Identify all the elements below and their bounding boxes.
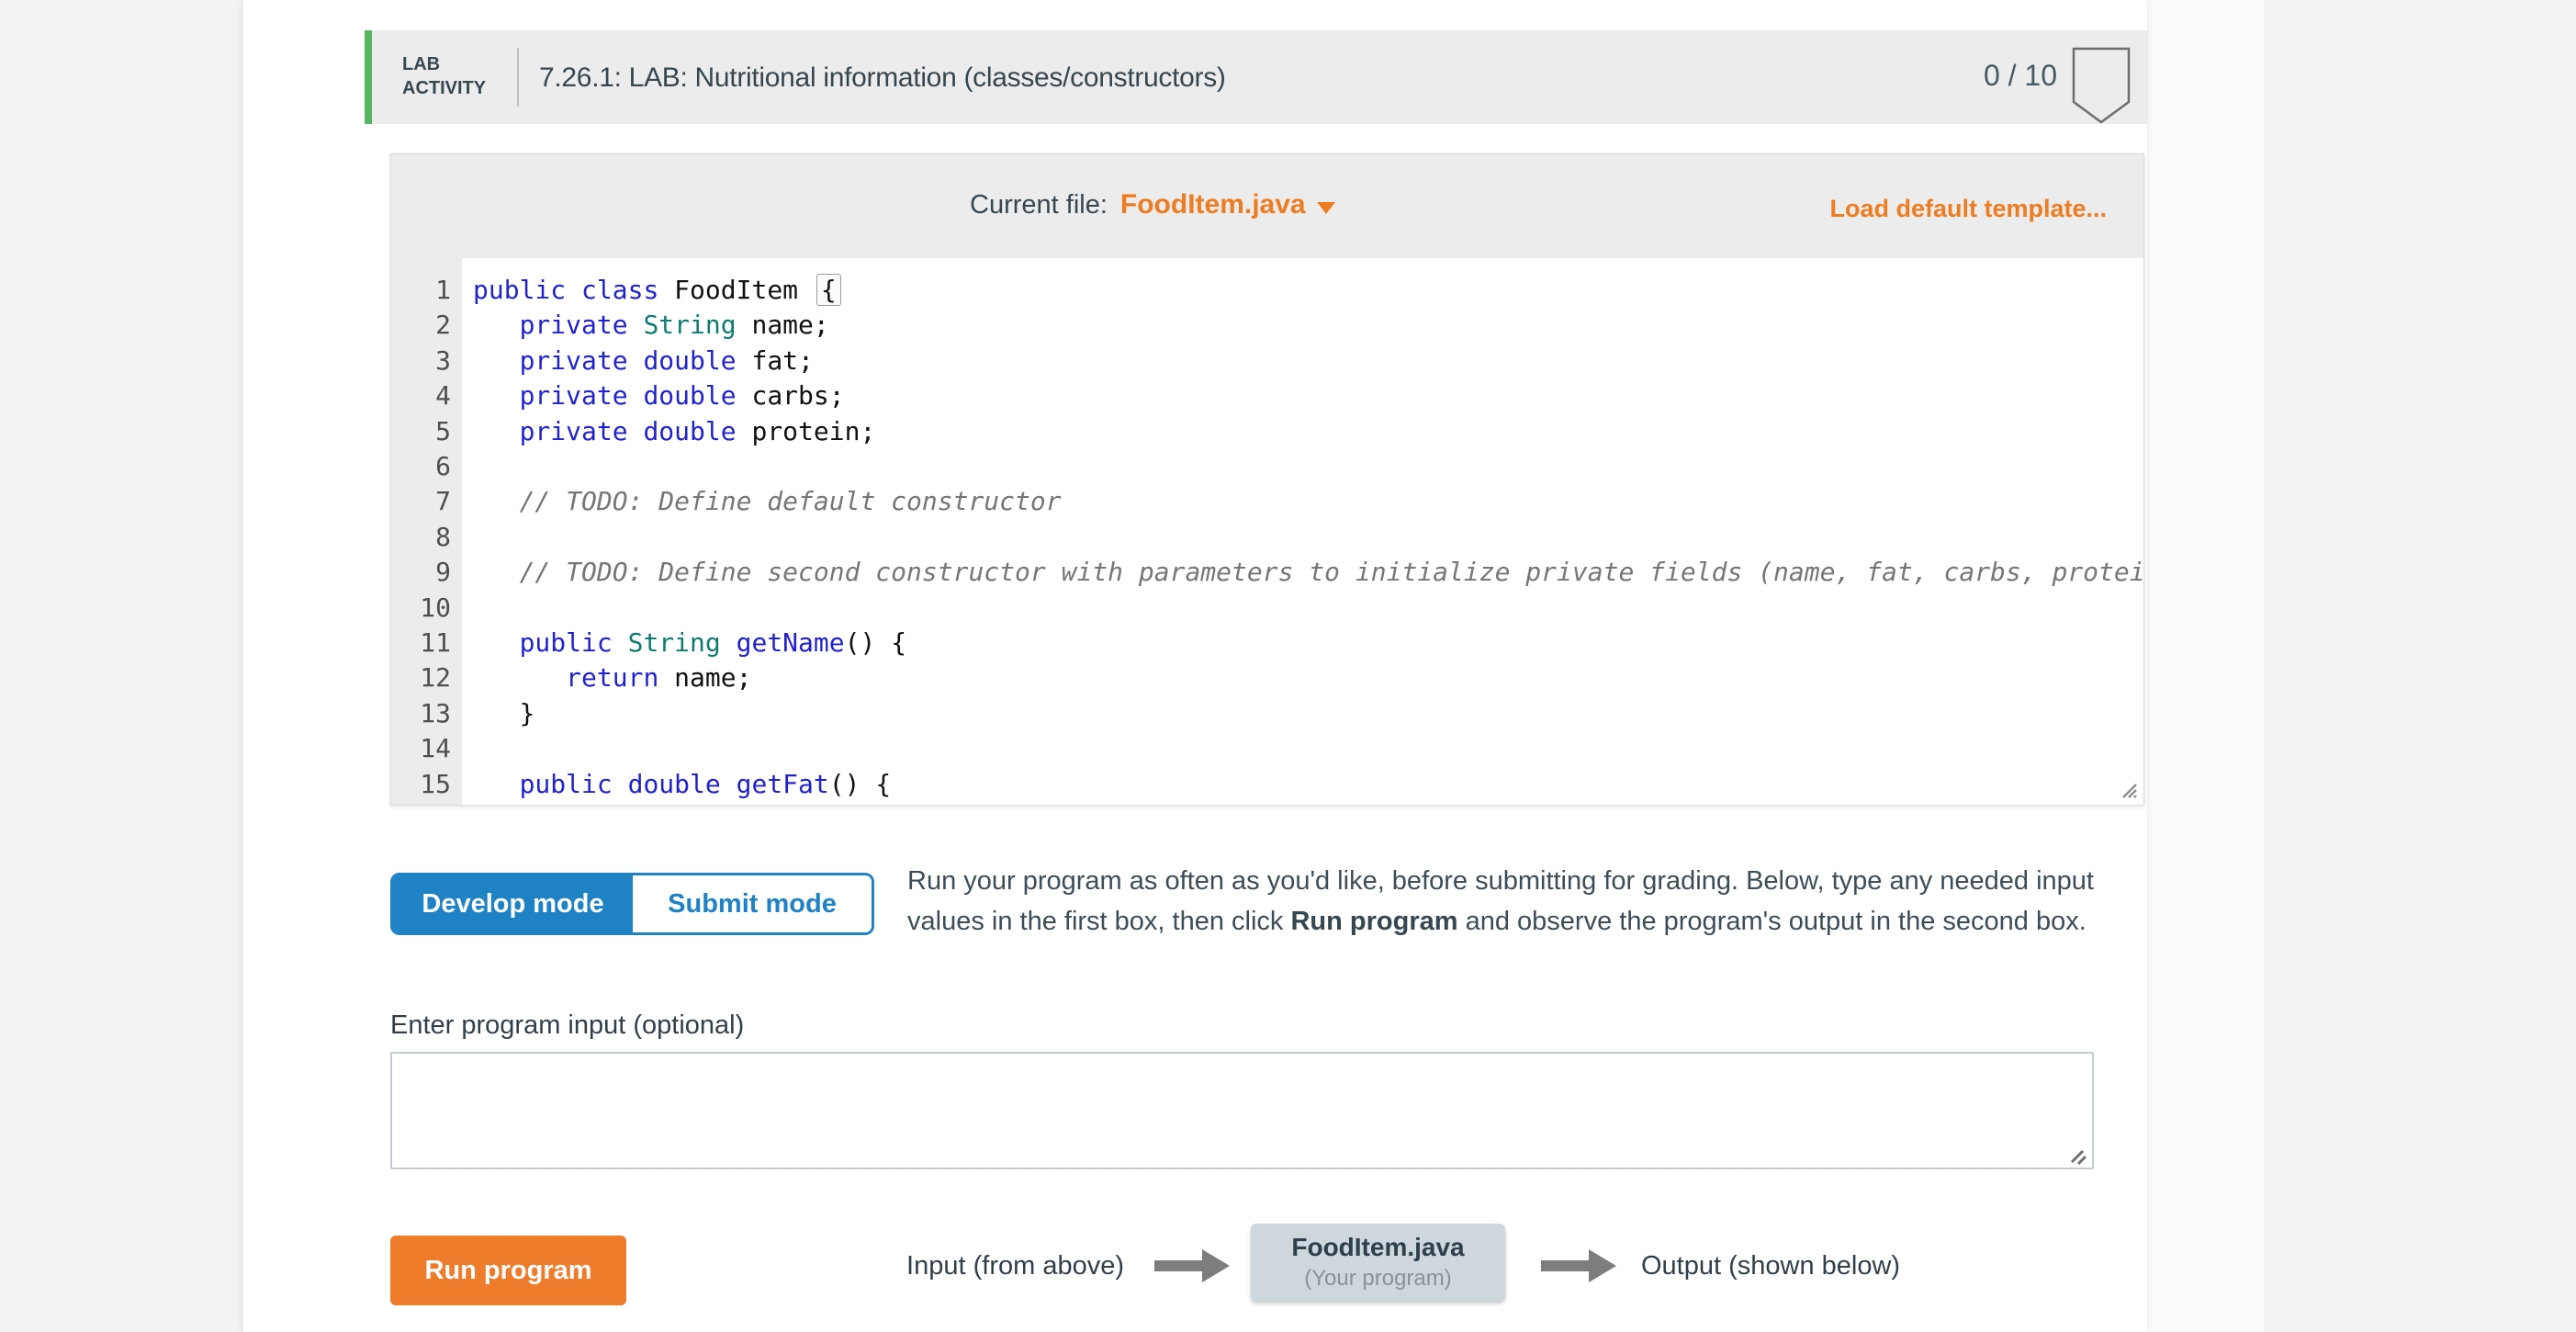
textarea-resize-grip-icon[interactable]: [2064, 1144, 2088, 1168]
code-editor[interactable]: 12345678910111213141516 public class Foo…: [391, 258, 2143, 805]
line-number: 8: [435, 521, 451, 552]
code-line: return name;: [566, 662, 752, 694]
line-number: 10: [420, 592, 451, 623]
lab-badge-line2: ACTIVITY: [402, 78, 487, 98]
program-input-label: Enter program input (optional): [390, 1010, 745, 1040]
line-number: 1: [435, 275, 451, 305]
flow-input-label: Input (from above): [906, 1251, 1124, 1281]
lab-badge-line1: LAB: [402, 54, 441, 74]
line-number: 2: [435, 310, 451, 341]
code-line: public class FoodItem {: [473, 273, 2143, 308]
line-number: 16: [391, 802, 451, 805]
header-divider: [517, 48, 519, 107]
line-number: 5: [435, 415, 451, 446]
chevron-down-icon: [1316, 201, 1335, 214]
line-number: 6: [435, 451, 451, 482]
flow-arrow-icon: [1541, 1249, 1618, 1282]
code-line: }: [473, 697, 535, 728]
bookmark-icon: [2072, 47, 2131, 124]
current-file-select[interactable]: Current file: FoodItem.java: [970, 189, 1335, 220]
line-number: 7: [435, 486, 451, 517]
line-number: 15: [420, 768, 451, 799]
code-editor-card: Current file: FoodItem.java Load default…: [390, 153, 2144, 806]
load-default-template-link[interactable]: Load default template...: [1829, 195, 2107, 223]
flow-program-subtitle: (Your program): [1304, 1266, 1452, 1291]
flow-arrow-icon: [1154, 1249, 1232, 1282]
code-line: private double protein;: [519, 415, 876, 446]
line-number: 12: [420, 662, 451, 694]
instructions-text: Run your program as often as you'd like,…: [907, 861, 2133, 942]
flow-program-title: FoodItem.java: [1291, 1233, 1465, 1261]
code-line: return fat;: [473, 802, 2143, 805]
line-number: 13: [420, 697, 451, 728]
line-number: 3: [435, 344, 451, 376]
instructions-bold: Run program: [1290, 907, 1458, 936]
content-side-band: [2147, 0, 2266, 1332]
code-line: private double carbs;: [519, 380, 845, 412]
code-line: public double getFat() {: [519, 768, 892, 799]
current-file-name: FoodItem.java: [1119, 189, 1306, 220]
code-line: private double fat;: [519, 344, 814, 376]
flow-output-label: Output (shown below): [1641, 1251, 1901, 1281]
line-number: 9: [435, 557, 451, 588]
tab-develop-mode[interactable]: Develop mode: [393, 875, 633, 932]
lab-activity-badge: LAB ACTIVITY: [402, 52, 486, 100]
code-lines: public class FoodItem { private String n…: [462, 258, 2143, 805]
tab-submit-mode[interactable]: Submit mode: [633, 875, 872, 932]
line-number: 11: [420, 627, 451, 659]
current-file-label: Current file:: [970, 189, 1108, 220]
run-program-button[interactable]: Run program: [390, 1236, 626, 1305]
line-number: 4: [435, 380, 451, 412]
code-line: private String name;: [519, 310, 829, 341]
file-bar: Current file: FoodItem.java Load default…: [391, 154, 2143, 258]
code-line: public String getName() {: [519, 627, 907, 659]
line-numbers: 12345678910111213141516: [391, 258, 462, 805]
score-text: 0 / 10: [1983, 59, 2057, 92]
editor-resize-grip-icon[interactable]: [2116, 777, 2138, 799]
line-number: 14: [420, 733, 451, 764]
instructions-part2: and observe the program's output in the …: [1457, 907, 2087, 936]
code-line: // TODO: Define second constructor with …: [519, 557, 2143, 588]
flow-program-box: FoodItem.java (Your program): [1251, 1224, 1505, 1301]
lab-activity-header: LAB ACTIVITY 7.26.1: LAB: Nutritional in…: [365, 30, 2148, 124]
activity-title: 7.26.1: LAB: Nutritional information (cl…: [539, 62, 1226, 93]
program-input-textarea[interactable]: [390, 1052, 2094, 1169]
mode-tabs: Develop mode Submit mode: [390, 873, 874, 935]
code-line: // TODO: Define default constructor: [519, 486, 1062, 517]
